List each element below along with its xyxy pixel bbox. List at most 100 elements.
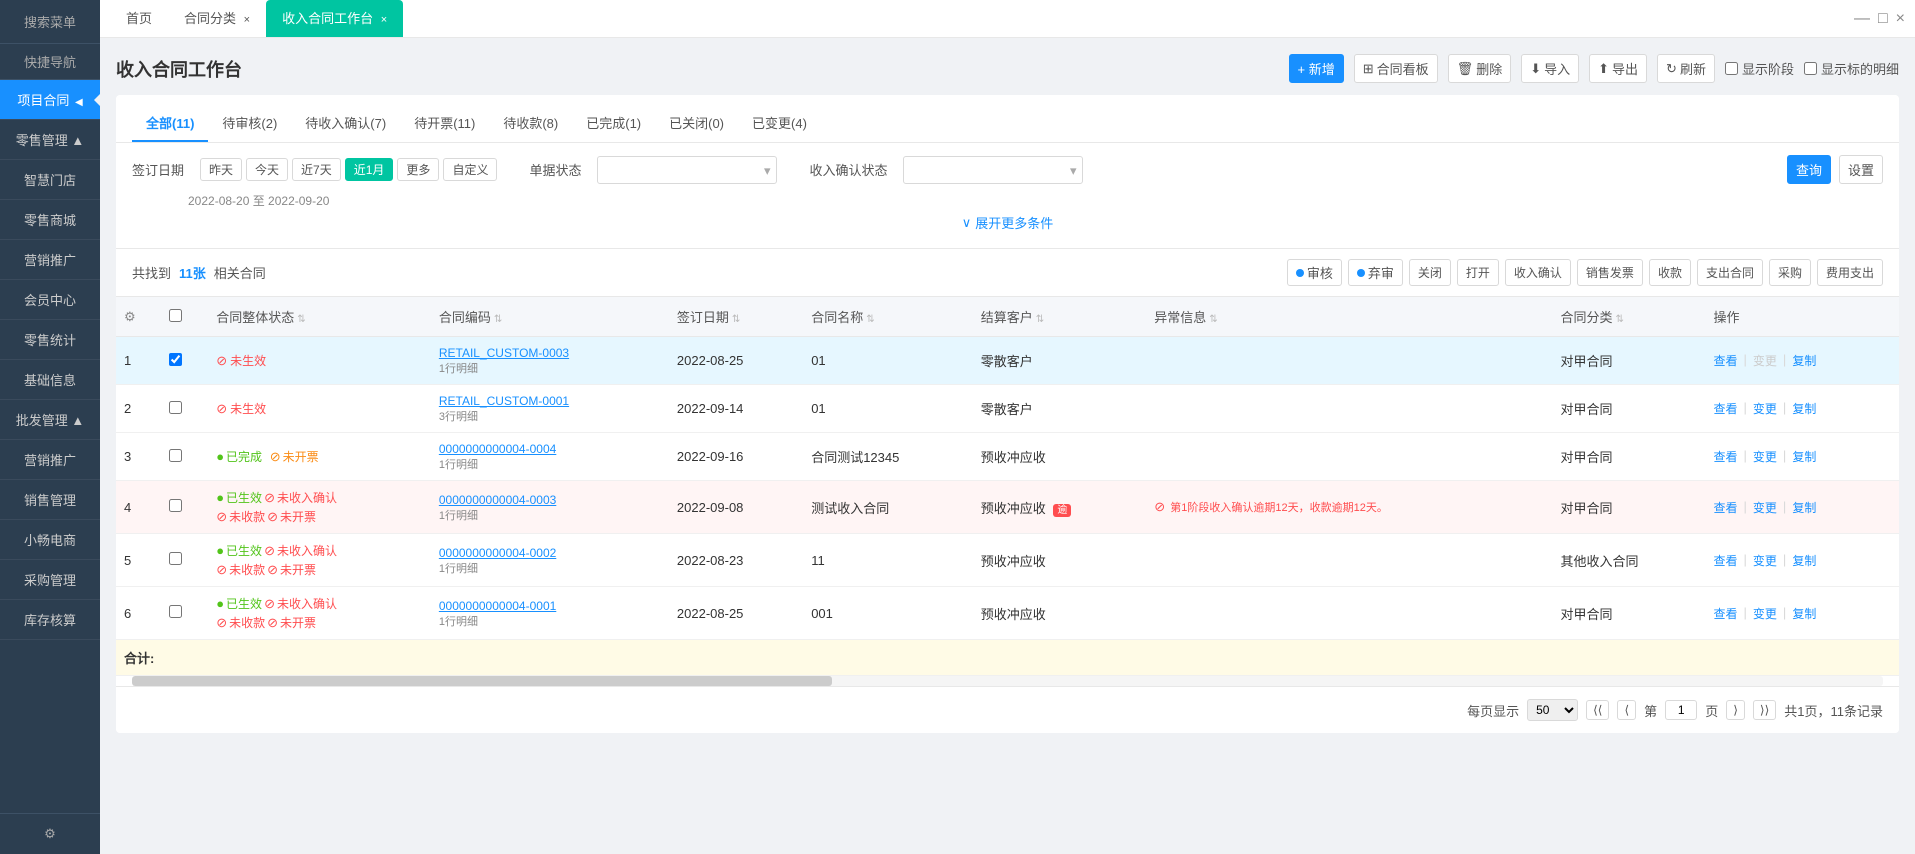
action-view[interactable]: 查看 — [1714, 400, 1738, 417]
filter-tab-pending-review[interactable]: 待审核(2) — [208, 105, 291, 142]
last-page-btn[interactable]: ⟩⟩ — [1753, 700, 1776, 720]
settings-button[interactable]: 设置 — [1839, 155, 1883, 184]
delete-button[interactable]: 🗑 删除 — [1448, 54, 1512, 83]
sidebar-search[interactable]: 搜索菜单 — [0, 0, 100, 44]
page-input[interactable] — [1665, 700, 1697, 720]
sidebar-item-retail-mall[interactable]: 零售商城 — [0, 200, 100, 240]
th-error[interactable]: 异常信息⇅ — [1146, 297, 1552, 337]
sidebar-item-retail-stats[interactable]: 零售统计 — [0, 320, 100, 360]
filter-tab-changed[interactable]: 已变更(4) — [738, 105, 821, 142]
action-change[interactable]: 变更 — [1753, 400, 1777, 417]
th-category[interactable]: 合同分类⇅ — [1552, 297, 1705, 337]
th-customer[interactable]: 结算客户⇅ — [973, 297, 1147, 337]
action-view[interactable]: 查看 — [1714, 352, 1738, 369]
date-btn-custom[interactable]: 自定义 — [443, 158, 497, 181]
import-button[interactable]: ⬇ 导入 — [1521, 54, 1579, 83]
window-maximize-btn[interactable]: □ — [1878, 10, 1888, 28]
th-code[interactable]: 合同编码⇅ — [431, 297, 669, 337]
income-confirm-btn[interactable]: 收入确认 — [1505, 259, 1571, 286]
export-button[interactable]: ⬆ 导出 — [1589, 54, 1647, 83]
gear-icon[interactable]: ⚙ — [124, 309, 136, 324]
action-change[interactable]: 变更 — [1753, 605, 1777, 622]
abandon-btn[interactable]: 弃审 — [1348, 259, 1403, 286]
contract-code-link[interactable]: 0000000000004-0001 — [439, 599, 556, 613]
filter-tab-pending-payment[interactable]: 待收款(8) — [489, 105, 572, 142]
contract-code-link[interactable]: 0000000000004-0002 — [439, 546, 556, 560]
contract-code-link[interactable]: RETAIL_CUSTOM-0001 — [439, 394, 569, 408]
contract-code-link[interactable]: RETAIL_CUSTOM-0003 — [439, 346, 569, 360]
action-copy[interactable]: 复制 — [1792, 448, 1816, 465]
close-btn[interactable]: 关闭 — [1409, 259, 1451, 286]
date-btn-today[interactable]: 今天 — [246, 158, 288, 181]
sidebar-item-project[interactable]: 项目合同 ◀ — [0, 80, 100, 120]
action-copy[interactable]: 复制 — [1792, 499, 1816, 516]
sidebar-item-wholesale[interactable]: 批发管理 ▲ — [0, 400, 100, 440]
action-view[interactable]: 查看 — [1714, 552, 1738, 569]
row-checkbox[interactable] — [161, 433, 208, 481]
tab-close-income-workspace[interactable]: × — [381, 14, 387, 26]
sidebar-item-basic-info[interactable]: 基础信息 — [0, 360, 100, 400]
doc-status-select[interactable]: ▾ — [597, 156, 777, 184]
sidebar-item-marketing[interactable]: 营销推广 — [0, 240, 100, 280]
refresh-button[interactable]: ↻ 刷新 — [1657, 54, 1715, 83]
search-button[interactable]: 查询 — [1787, 155, 1831, 184]
filter-tab-completed[interactable]: 已完成(1) — [572, 105, 655, 142]
sales-invoice-btn[interactable]: 销售发票 — [1577, 259, 1643, 286]
action-copy[interactable]: 复制 — [1792, 352, 1816, 369]
next-page-btn[interactable]: ⟩ — [1726, 700, 1745, 720]
contract-code-link[interactable]: 0000000000004-0003 — [439, 493, 556, 507]
new-button[interactable]: + 新增 — [1289, 54, 1344, 83]
th-status[interactable]: 合同整体状态⇅ — [208, 297, 431, 337]
action-view[interactable]: 查看 — [1714, 605, 1738, 622]
expense-out-btn[interactable]: 支出合同 — [1697, 259, 1763, 286]
row-checkbox[interactable] — [161, 337, 208, 385]
action-change[interactable]: 变更 — [1753, 499, 1777, 516]
tab-income-workspace[interactable]: 收入合同工作台 × — [266, 0, 403, 37]
action-change[interactable]: 变更 — [1753, 552, 1777, 569]
th-sign-date[interactable]: 签订日期⇅ — [669, 297, 803, 337]
filter-tab-pending-invoice[interactable]: 待开票(11) — [400, 105, 489, 142]
collect-btn[interactable]: 收款 — [1649, 259, 1691, 286]
sidebar-item-smart-store[interactable]: 智慧门店 — [0, 160, 100, 200]
sidebar-item-marketing2[interactable]: 营销推广 — [0, 440, 100, 480]
filter-tab-all[interactable]: 全部(11) — [132, 105, 208, 142]
action-view[interactable]: 查看 — [1714, 448, 1738, 465]
filter-tab-closed[interactable]: 已关闭(0) — [655, 105, 738, 142]
sidebar-item-purchase[interactable]: 采购管理 — [0, 560, 100, 600]
first-page-btn[interactable]: ⟨⟨ — [1586, 700, 1609, 720]
income-confirm-select[interactable]: ▾ — [903, 156, 1083, 184]
purchase-btn[interactable]: 采购 — [1769, 259, 1811, 286]
page-size-select[interactable]: 50 10 20 100 — [1527, 699, 1578, 721]
show-details-checkbox[interactable] — [1804, 62, 1817, 75]
action-copy[interactable]: 复制 — [1792, 552, 1816, 569]
action-copy[interactable]: 复制 — [1792, 400, 1816, 417]
show-details-checkbox-label[interactable]: 显示标的明细 — [1804, 59, 1899, 78]
row-checkbox[interactable] — [161, 587, 208, 640]
date-btn-more[interactable]: 更多 — [397, 158, 439, 181]
sidebar-item-retail-mgmt[interactable]: 零售管理 ▲ — [0, 120, 100, 160]
action-view[interactable]: 查看 — [1714, 499, 1738, 516]
sidebar-quick-nav[interactable]: 快捷导航 — [0, 44, 100, 80]
filter-tab-pending-income[interactable]: 待收入确认(7) — [291, 105, 400, 142]
horizontal-scrollbar[interactable] — [132, 676, 1883, 686]
window-close-btn[interactable]: × — [1896, 10, 1905, 28]
action-change[interactable]: 变更 — [1753, 448, 1777, 465]
show-segments-checkbox[interactable] — [1725, 62, 1738, 75]
th-gear[interactable]: ⚙ — [116, 297, 161, 337]
sidebar-item-inventory[interactable]: 库存核算 — [0, 600, 100, 640]
prev-page-btn[interactable]: ⟨ — [1617, 700, 1636, 720]
sidebar-item-member[interactable]: 会员中心 — [0, 280, 100, 320]
review-btn[interactable]: 审核 — [1287, 259, 1342, 286]
row-checkbox[interactable] — [161, 534, 208, 587]
action-copy[interactable]: 复制 — [1792, 605, 1816, 622]
sidebar-settings[interactable]: ⚙ — [0, 813, 100, 854]
select-all-checkbox[interactable] — [169, 309, 182, 322]
date-btn-last1month[interactable]: 近1月 — [345, 158, 394, 181]
window-minimize-btn[interactable]: — — [1854, 10, 1870, 28]
print-btn[interactable]: 打开 — [1457, 259, 1499, 286]
date-btn-last7[interactable]: 近7天 — [292, 158, 341, 181]
sidebar-item-ecommerce[interactable]: 小畅电商 — [0, 520, 100, 560]
show-segments-checkbox-label[interactable]: 显示阶段 — [1725, 59, 1794, 78]
sidebar-item-sales[interactable]: 销售管理 — [0, 480, 100, 520]
row-checkbox[interactable] — [161, 481, 208, 534]
